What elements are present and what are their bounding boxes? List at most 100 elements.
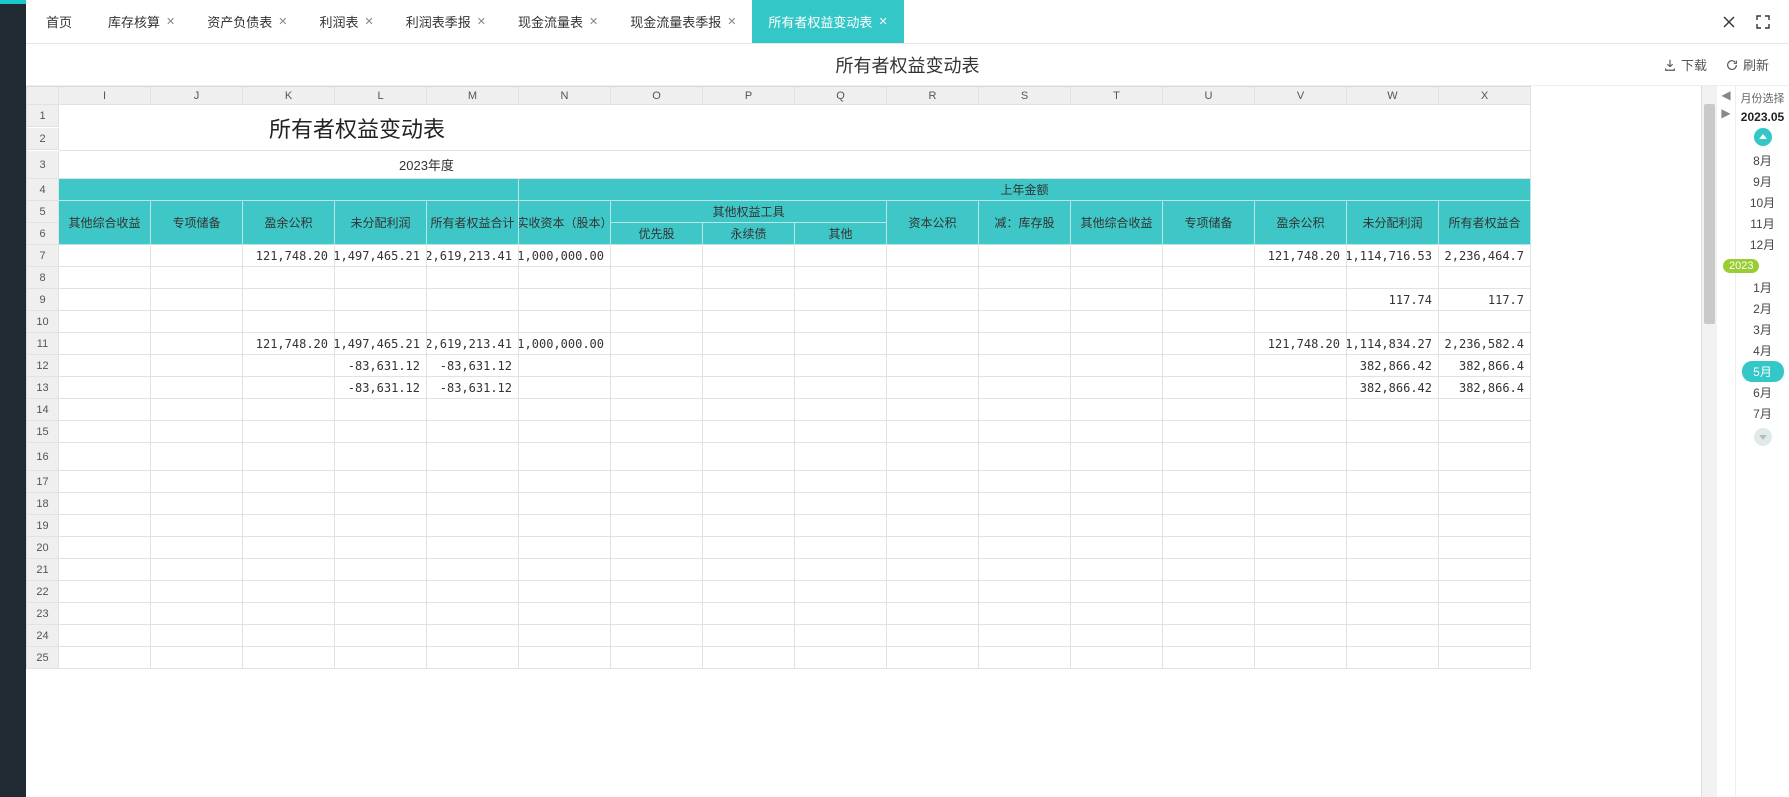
- cell[interactable]: [335, 421, 427, 443]
- cell[interactable]: [1163, 537, 1255, 559]
- cell[interactable]: [151, 515, 243, 537]
- cell[interactable]: 1,000,000.00: [519, 245, 611, 267]
- cell[interactable]: 121,748.20: [243, 245, 335, 267]
- close-icon[interactable]: ✕: [727, 15, 736, 28]
- cell[interactable]: [1163, 333, 1255, 355]
- cell[interactable]: [59, 603, 151, 625]
- cell[interactable]: 2023年度: [59, 151, 1531, 179]
- cell[interactable]: [151, 311, 243, 333]
- cell[interactable]: [1071, 515, 1163, 537]
- cell[interactable]: [1163, 559, 1255, 581]
- cell[interactable]: 其他: [795, 223, 887, 245]
- cell[interactable]: 19: [27, 515, 59, 537]
- cell[interactable]: [243, 289, 335, 311]
- cell[interactable]: [611, 559, 703, 581]
- cell[interactable]: [1163, 443, 1255, 471]
- scrollbar-thumb[interactable]: [1704, 104, 1715, 324]
- cell[interactable]: R: [887, 87, 979, 105]
- cell[interactable]: [887, 537, 979, 559]
- cell[interactable]: [243, 311, 335, 333]
- cell[interactable]: [151, 399, 243, 421]
- cell[interactable]: [795, 333, 887, 355]
- cell[interactable]: [703, 421, 795, 443]
- cell[interactable]: [519, 443, 611, 471]
- cell[interactable]: [151, 245, 243, 267]
- cell[interactable]: 1,497,465.21: [335, 245, 427, 267]
- cell[interactable]: [1163, 515, 1255, 537]
- cell[interactable]: [703, 267, 795, 289]
- cell[interactable]: [1255, 515, 1347, 537]
- cell[interactable]: [1163, 399, 1255, 421]
- cell[interactable]: Q: [795, 87, 887, 105]
- cell[interactable]: [1439, 515, 1531, 537]
- cell[interactable]: [243, 559, 335, 581]
- cell[interactable]: [795, 245, 887, 267]
- cell[interactable]: [1439, 647, 1531, 669]
- cell[interactable]: [1255, 421, 1347, 443]
- cell[interactable]: [151, 377, 243, 399]
- cell[interactable]: [59, 355, 151, 377]
- cell[interactable]: [151, 493, 243, 515]
- cell[interactable]: [519, 581, 611, 603]
- cell[interactable]: [979, 647, 1071, 669]
- tab-cashflow-q[interactable]: 现金流量表季报 ✕: [614, 0, 752, 43]
- cell[interactable]: [887, 443, 979, 471]
- cell[interactable]: [703, 493, 795, 515]
- cell[interactable]: [243, 625, 335, 647]
- cell[interactable]: O: [611, 87, 703, 105]
- cell[interactable]: [1071, 603, 1163, 625]
- cell[interactable]: 121,748.20: [1255, 333, 1347, 355]
- cell[interactable]: [887, 399, 979, 421]
- cell[interactable]: S: [979, 87, 1071, 105]
- month-option[interactable]: 9月: [1742, 171, 1784, 192]
- close-icon[interactable]: ✕: [365, 15, 374, 28]
- cell[interactable]: [519, 421, 611, 443]
- cell[interactable]: [1163, 603, 1255, 625]
- cell[interactable]: [1163, 245, 1255, 267]
- cell[interactable]: [795, 625, 887, 647]
- cell[interactable]: 16: [27, 443, 59, 471]
- cell[interactable]: [519, 471, 611, 493]
- cell[interactable]: [611, 333, 703, 355]
- cell[interactable]: [151, 581, 243, 603]
- cell[interactable]: -83,631.12: [427, 355, 519, 377]
- cell[interactable]: [611, 625, 703, 647]
- cell[interactable]: [335, 399, 427, 421]
- close-icon[interactable]: ✕: [166, 15, 175, 28]
- cell[interactable]: [703, 581, 795, 603]
- cell[interactable]: W: [1347, 87, 1439, 105]
- cell[interactable]: 10: [27, 311, 59, 333]
- cell[interactable]: [243, 355, 335, 377]
- cell[interactable]: [59, 399, 151, 421]
- month-option[interactable]: 3月: [1742, 319, 1784, 340]
- cell[interactable]: [1163, 647, 1255, 669]
- close-icon[interactable]: ✕: [278, 15, 287, 28]
- cell[interactable]: L: [335, 87, 427, 105]
- cell[interactable]: [1071, 625, 1163, 647]
- cell[interactable]: [1255, 647, 1347, 669]
- cell[interactable]: [1347, 647, 1439, 669]
- cell[interactable]: [703, 625, 795, 647]
- cell[interactable]: 382,866.42: [1347, 377, 1439, 399]
- cell[interactable]: [887, 333, 979, 355]
- cell[interactable]: 永续债: [703, 223, 795, 245]
- cell[interactable]: [243, 421, 335, 443]
- cell[interactable]: [1255, 603, 1347, 625]
- cell[interactable]: 8: [27, 267, 59, 289]
- cell[interactable]: [519, 399, 611, 421]
- cell[interactable]: [151, 333, 243, 355]
- cell[interactable]: [795, 311, 887, 333]
- cell[interactable]: 其他综合收益: [59, 201, 151, 245]
- cell[interactable]: [703, 399, 795, 421]
- month-option[interactable]: 6月: [1742, 382, 1784, 403]
- cell[interactable]: [243, 647, 335, 669]
- cell[interactable]: 21: [27, 559, 59, 581]
- cell[interactable]: [979, 537, 1071, 559]
- cell[interactable]: [1255, 443, 1347, 471]
- cell[interactable]: 1,114,716.53: [1347, 245, 1439, 267]
- cell[interactable]: [1071, 355, 1163, 377]
- cell[interactable]: 2,236,582.4: [1439, 333, 1531, 355]
- close-icon[interactable]: ✕: [878, 15, 887, 28]
- cell[interactable]: [795, 377, 887, 399]
- cell[interactable]: [795, 443, 887, 471]
